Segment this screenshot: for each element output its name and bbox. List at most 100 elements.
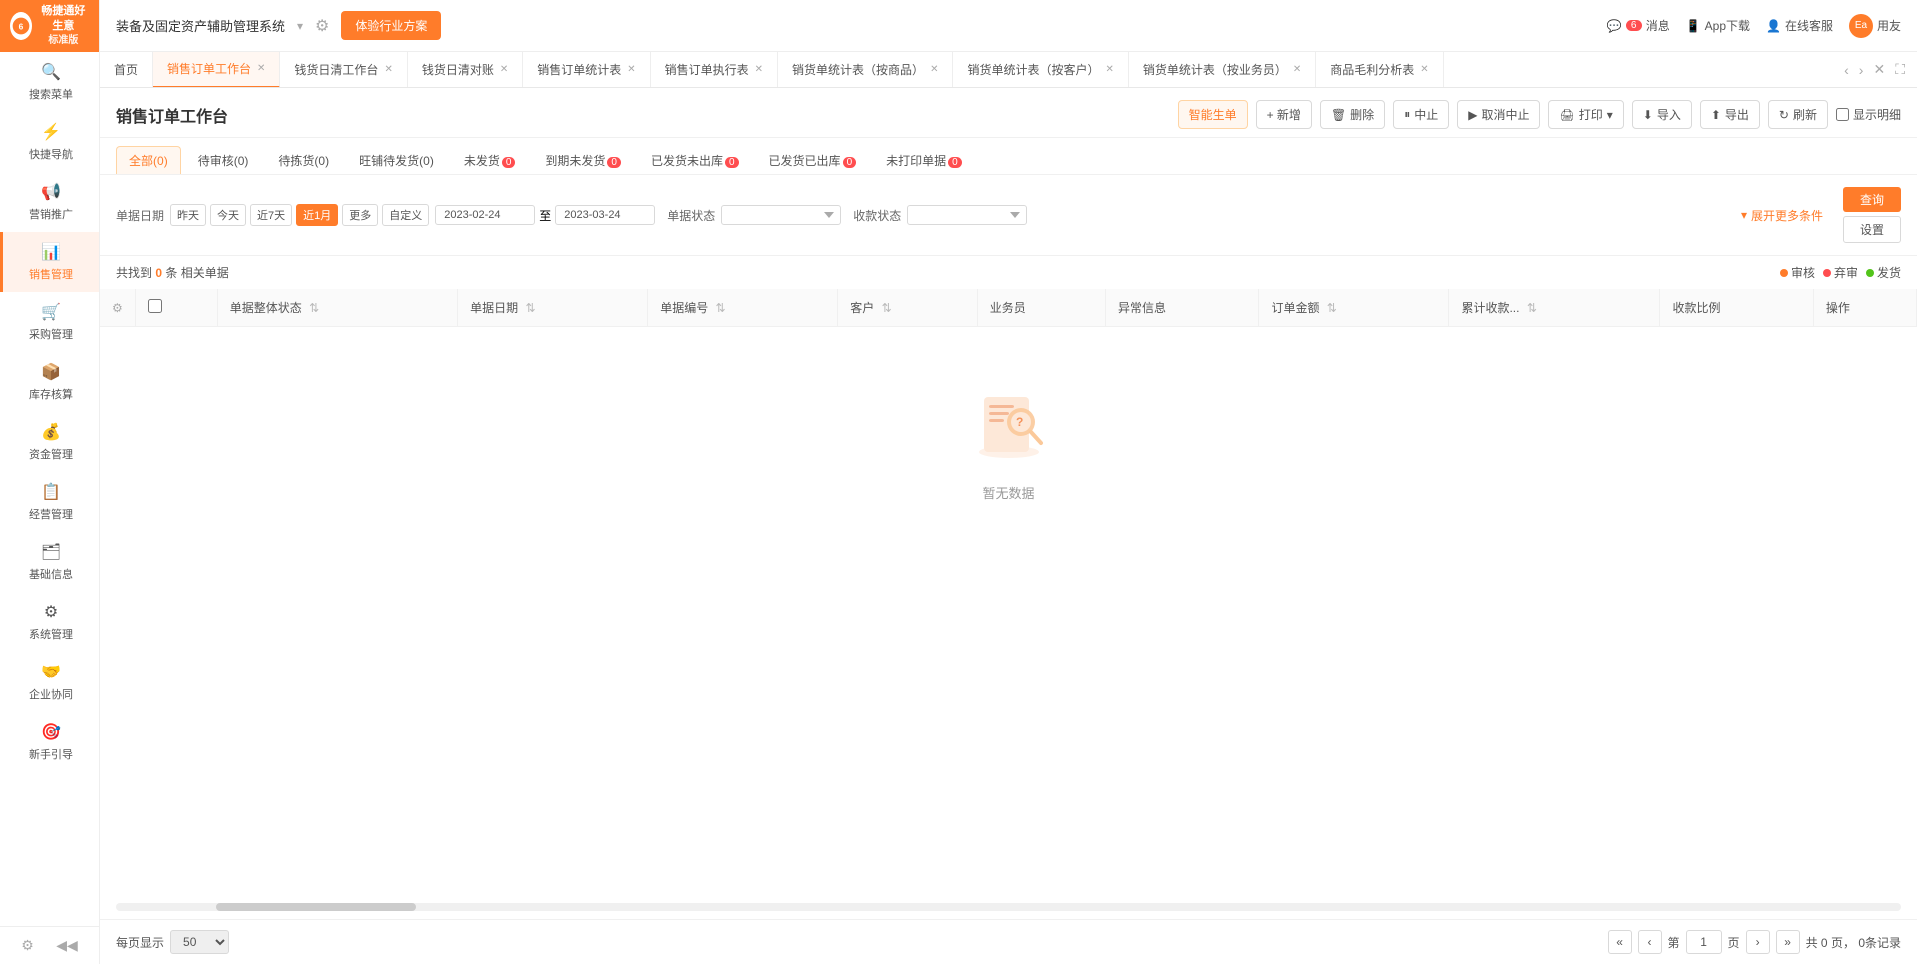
tab-close-icon[interactable]: ✕ bbox=[755, 64, 763, 75]
filter-tab-not-shipped[interactable]: 未发货0 bbox=[451, 146, 529, 174]
refresh-button[interactable]: ↻ 刷新 bbox=[1768, 100, 1828, 129]
page-number-input[interactable] bbox=[1686, 930, 1722, 954]
online-service-item[interactable]: 👤 在线客服 bbox=[1766, 17, 1833, 34]
user-item[interactable]: Ea 用友 bbox=[1849, 14, 1901, 38]
tab-cash-daily[interactable]: 钱货日清工作台 ✕ bbox=[280, 52, 407, 88]
table-scroll[interactable]: ⚙ 单据整体状态 ⇅ 单据日期 ⇅ bbox=[100, 289, 1917, 903]
sidebar-item-search[interactable]: 🔍 搜索菜单 bbox=[0, 52, 99, 112]
col-customer[interactable]: 客户 ⇅ bbox=[838, 289, 978, 327]
new-button[interactable]: + 新增 bbox=[1256, 100, 1312, 129]
smart-order-button[interactable]: 智能生单 bbox=[1178, 100, 1248, 129]
filter-tab-shipped-in[interactable]: 已发货已出库0 bbox=[756, 146, 870, 174]
first-page-button[interactable]: « bbox=[1608, 930, 1632, 954]
tab-sales-stats-product[interactable]: 销货单统计表（按商品） ✕ bbox=[778, 52, 953, 88]
tab-close-icon[interactable]: ✕ bbox=[1420, 64, 1428, 75]
filter-status-select[interactable] bbox=[721, 205, 841, 225]
col-date[interactable]: 单据日期 ⇅ bbox=[458, 289, 648, 327]
select-all-checkbox[interactable] bbox=[148, 299, 162, 313]
sidebar-item-sales[interactable]: 📊 销售管理 bbox=[0, 232, 99, 292]
import-button[interactable]: ⬇ 导入 bbox=[1632, 100, 1692, 129]
industry-button[interactable]: 体验行业方案 bbox=[341, 11, 441, 40]
last-page-button[interactable]: » bbox=[1776, 930, 1800, 954]
date-from-input[interactable] bbox=[435, 205, 535, 225]
sort-amount-icon[interactable]: ⇅ bbox=[1327, 301, 1337, 315]
print-button[interactable]: 🖨 打印 ▾ bbox=[1548, 100, 1623, 129]
col-status[interactable]: 单据整体状态 ⇅ bbox=[217, 289, 457, 327]
sidebar-item-inventory[interactable]: 📦 库存核算 bbox=[0, 352, 99, 412]
filter-tab-pending-inspection[interactable]: 待拣货(0) bbox=[265, 146, 342, 174]
message-item[interactable]: 💬 6 消息 bbox=[1607, 17, 1670, 34]
tab-close-icon[interactable]: ✕ bbox=[930, 64, 938, 75]
expand-filter-button[interactable]: ▾ 展开更多条件 bbox=[1741, 207, 1823, 224]
show-detail-input[interactable] bbox=[1836, 108, 1849, 121]
date-1month-btn[interactable]: 近1月 bbox=[296, 204, 338, 226]
sidebar-item-business[interactable]: 📋 经营管理 bbox=[0, 472, 99, 532]
tab-close-icon[interactable]: ✕ bbox=[257, 63, 265, 74]
tab-prev-icon[interactable]: ‹ bbox=[1840, 60, 1853, 80]
header-settings-icon[interactable]: ⚙ bbox=[315, 16, 329, 36]
col-checkbox[interactable] bbox=[135, 289, 217, 327]
sidebar-item-quick-nav[interactable]: ⚡ 快捷导航 bbox=[0, 112, 99, 172]
per-page-dropdown[interactable]: 20 50 100 200 bbox=[170, 930, 229, 954]
settings-bottom-icon[interactable]: ⚙ bbox=[21, 937, 34, 954]
export-button[interactable]: ⬆ 导出 bbox=[1700, 100, 1760, 129]
tab-cash-reconcile[interactable]: 钱货日清对账 ✕ bbox=[408, 52, 523, 88]
filter-tab-not-printed[interactable]: 未打印单据0 bbox=[873, 146, 975, 174]
filter-tab-all[interactable]: 全部(0) bbox=[116, 146, 181, 174]
sort-status-icon[interactable]: ⇅ bbox=[309, 301, 319, 315]
col-ratio[interactable]: 收款比例 bbox=[1660, 289, 1813, 327]
next-page-button[interactable]: › bbox=[1746, 930, 1770, 954]
filter-payment-select[interactable] bbox=[907, 205, 1027, 225]
suspend-button[interactable]: ⏸ 中止 bbox=[1393, 100, 1449, 129]
review-button[interactable]: 审核 bbox=[1780, 264, 1815, 281]
tab-home[interactable]: 首页 bbox=[100, 52, 153, 88]
tab-close-icon[interactable]: ✕ bbox=[1105, 64, 1113, 75]
sidebar-item-purchase[interactable]: 🛒 采购管理 bbox=[0, 292, 99, 352]
sidebar-item-enterprise[interactable]: 🤝 企业协同 bbox=[0, 652, 99, 712]
delete-button[interactable]: 🗑 删除 bbox=[1320, 100, 1385, 129]
tab-close-all-icon[interactable]: ✕ bbox=[1869, 59, 1889, 80]
ship-button[interactable]: 发货 bbox=[1866, 264, 1901, 281]
sort-number-icon[interactable]: ⇅ bbox=[716, 301, 726, 315]
sort-collected-icon[interactable]: ⇅ bbox=[1527, 301, 1537, 315]
app-download-item[interactable]: 📱 App下载 bbox=[1686, 17, 1750, 34]
filter-tab-wangpu[interactable]: 旺铺待发货(0) bbox=[346, 146, 447, 174]
date-custom-btn[interactable]: 自定义 bbox=[382, 204, 429, 226]
col-exception[interactable]: 异常信息 bbox=[1106, 289, 1259, 327]
col-staff[interactable]: 业务员 bbox=[977, 289, 1105, 327]
tab-product-margin[interactable]: 商品毛利分析表 ✕ bbox=[1316, 52, 1443, 88]
collapse-icon[interactable]: ◀◀ bbox=[56, 937, 78, 954]
col-collected[interactable]: 累计收款... ⇅ bbox=[1449, 289, 1660, 327]
tab-fullscreen-icon[interactable]: ⛶ bbox=[1891, 59, 1909, 80]
sidebar-item-system[interactable]: ⚙ 系统管理 bbox=[0, 592, 99, 652]
col-settings[interactable]: ⚙ bbox=[100, 289, 135, 327]
sort-customer-icon[interactable]: ⇅ bbox=[882, 301, 892, 315]
tab-close-icon[interactable]: ✕ bbox=[500, 64, 508, 75]
col-amount[interactable]: 订单金额 ⇅ bbox=[1259, 289, 1449, 327]
scroll-thumb[interactable] bbox=[216, 903, 416, 911]
show-detail-checkbox[interactable]: 显示明细 bbox=[1836, 106, 1901, 123]
date-yesterday-btn[interactable]: 昨天 bbox=[170, 204, 206, 226]
tab-close-icon[interactable]: ✕ bbox=[1293, 64, 1301, 75]
query-button[interactable]: 查询 bbox=[1843, 187, 1901, 212]
prev-page-button[interactable]: ‹ bbox=[1638, 930, 1662, 954]
date-today-btn[interactable]: 今天 bbox=[210, 204, 246, 226]
sidebar-item-finance[interactable]: 💰 资金管理 bbox=[0, 412, 99, 472]
tab-sales-order-workbench[interactable]: 销售订单工作台 ✕ bbox=[153, 52, 280, 88]
sidebar-item-guide[interactable]: 🎯 新手引导 bbox=[0, 712, 99, 772]
tab-sales-stats-staff[interactable]: 销货单统计表（按业务员） ✕ bbox=[1129, 52, 1316, 88]
settings-filter-button[interactable]: 设置 bbox=[1843, 216, 1901, 243]
column-settings-icon[interactable]: ⚙ bbox=[112, 301, 123, 315]
tab-sales-order-stats[interactable]: 销售订单统计表 ✕ bbox=[523, 52, 650, 88]
cancel-suspend-button[interactable]: ▶ 取消中止 bbox=[1457, 100, 1540, 129]
filter-tab-expired-not-shipped[interactable]: 到期未发货0 bbox=[532, 146, 634, 174]
filter-tab-pending-review[interactable]: 待审核(0) bbox=[185, 146, 262, 174]
col-number[interactable]: 单据编号 ⇅ bbox=[648, 289, 838, 327]
filter-tab-shipped-not-in[interactable]: 已发货未出库0 bbox=[638, 146, 752, 174]
tab-close-icon[interactable]: ✕ bbox=[627, 64, 635, 75]
date-to-input[interactable] bbox=[555, 205, 655, 225]
dropdown-arrow-icon[interactable]: ▾ bbox=[297, 19, 303, 33]
tab-sales-stats-customer[interactable]: 销货单统计表（按客户） ✕ bbox=[953, 52, 1128, 88]
sort-date-icon[interactable]: ⇅ bbox=[526, 301, 536, 315]
tab-close-icon[interactable]: ✕ bbox=[384, 64, 392, 75]
